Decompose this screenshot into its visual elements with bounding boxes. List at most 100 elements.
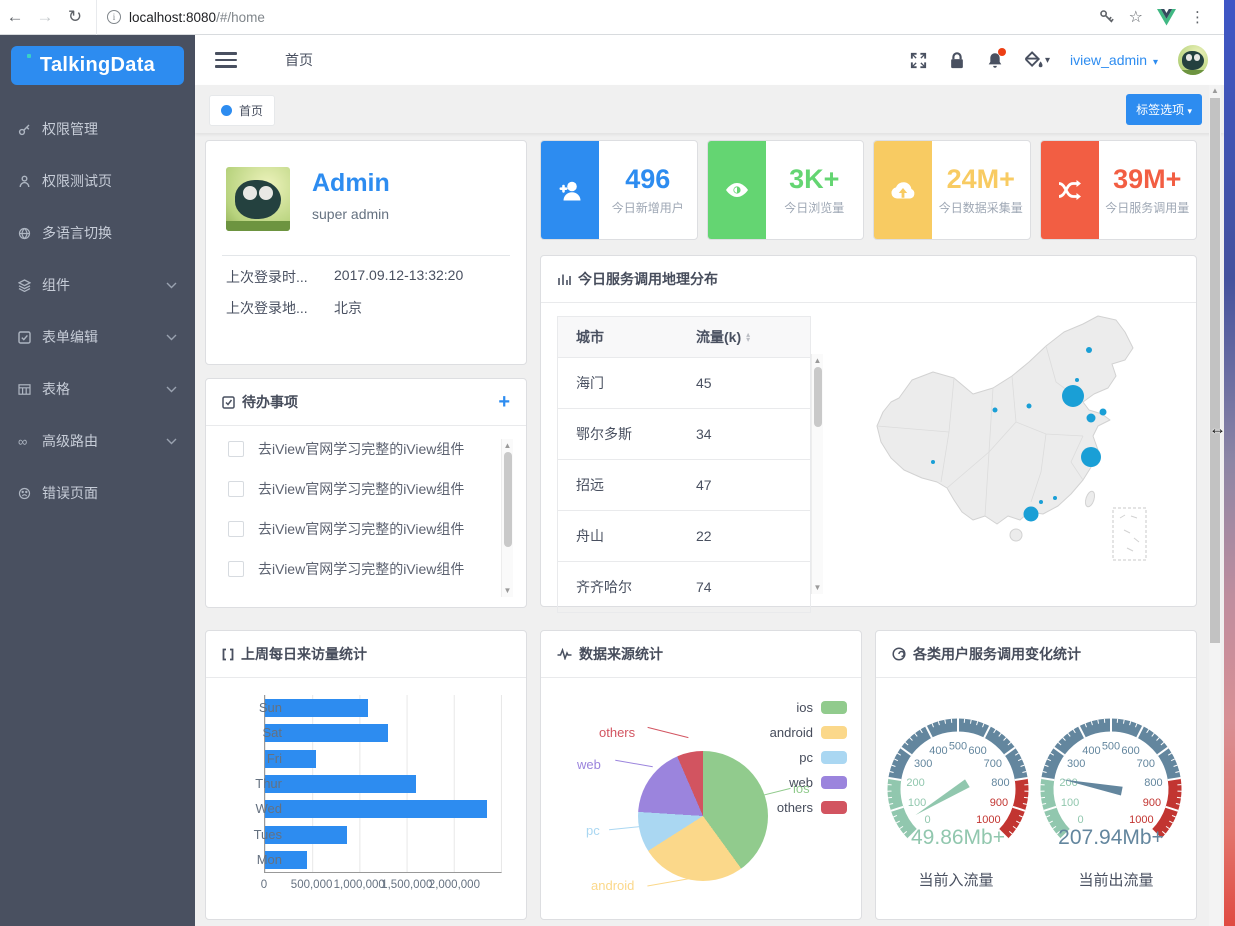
browser-chrome: ← → ↻ i localhost:8080/#/home ☆ ⋮ [0, 0, 1235, 35]
stat-label: 今日浏览量 [784, 201, 845, 215]
pulse-icon [557, 648, 572, 660]
address-bar[interactable]: i localhost:8080/#/home [96, 0, 1099, 35]
sidebar-item-7[interactable]: ∞ 高级路由 [0, 415, 195, 467]
bar-row [265, 797, 501, 822]
notification-badge [998, 47, 1006, 56]
todo-title: 待办事项 [242, 394, 298, 410]
city-bubble [1062, 385, 1084, 407]
vue-icon[interactable] [1157, 8, 1176, 26]
sidebar-item-4[interactable]: 组件 [0, 259, 195, 311]
cloud-upload-icon [874, 141, 932, 239]
tab-home[interactable]: 首页 [209, 95, 276, 126]
svg-text:900: 900 [1143, 797, 1161, 809]
todo-item: 去iView官网学习完整的iView组件 [206, 549, 496, 589]
todo-checkbox[interactable] [228, 561, 244, 577]
cell-city: 齐齐哈尔 [576, 579, 632, 595]
legend-item-ios[interactable]: ios [770, 695, 847, 720]
sort-icon[interactable]: ▴ ▾ [746, 331, 750, 344]
legend-item-pc[interactable]: pc [770, 745, 847, 770]
legend-label: ios [796, 700, 813, 715]
refresh-icon[interactable]: ↻ [60, 2, 90, 32]
todo-list: 去iView官网学习完整的iView组件 去iView官网学习完整的iView组件… [206, 429, 496, 589]
south-china-sea-inset [1112, 507, 1147, 561]
todo-checkbox[interactable] [228, 521, 244, 537]
user-menu[interactable]: iview_admin ▾ [1070, 52, 1158, 68]
sidebar-item-2[interactable]: 权限测试页 [0, 155, 195, 207]
slice-label-ios: ios [793, 781, 810, 796]
bell-icon[interactable] [986, 47, 1006, 70]
slice-label-others: others [599, 725, 636, 740]
slice-label-line [615, 759, 653, 768]
sidebar-item-label: 表单编辑 [42, 329, 98, 345]
forward-icon[interactable]: → [30, 2, 60, 32]
svg-text:600: 600 [1121, 745, 1139, 757]
todo-item: 去iView官网学习完整的iView组件 [206, 469, 496, 509]
key-icon[interactable] [1099, 9, 1115, 25]
sidebar-item-8[interactable]: 错误页面 [0, 467, 195, 519]
legend-label: others [776, 800, 813, 815]
scroll-down-icon[interactable]: ▼ [502, 586, 513, 595]
y-tick-label: Mon [256, 852, 282, 868]
theme-icon[interactable]: ▾ [1024, 51, 1050, 69]
layers-icon [18, 278, 42, 292]
scrollbar-thumb[interactable] [1210, 98, 1220, 643]
sidebar-item-1[interactable]: 权限管理 [0, 103, 195, 155]
cell-traffic: 47 [696, 477, 712, 493]
city-bubble [1026, 403, 1032, 409]
stat-card-2: 3K+ 今日浏览量 [706, 140, 864, 240]
hamburger-menu-icon[interactable] [215, 48, 237, 72]
dots-menu-icon[interactable]: ⋮ [1190, 8, 1205, 26]
breadcrumb: 首页 [285, 52, 313, 68]
todo-checkbox[interactable] [228, 481, 244, 497]
sidebar-item-label: 错误页面 [42, 485, 98, 501]
city-bubble [1086, 413, 1096, 423]
table-scrollbar[interactable]: ▲ ▼ [811, 354, 823, 594]
svg-text:100: 100 [1061, 797, 1079, 809]
sidebar-item-6[interactable]: 表格 [0, 363, 195, 415]
scroll-up-icon[interactable]: ▲ [1209, 86, 1221, 95]
svg-text:0: 0 [925, 814, 931, 826]
todo-checkbox[interactable] [228, 441, 244, 457]
cell-traffic: 34 [696, 426, 712, 442]
column-header-traffic[interactable]: 流量(k) [696, 327, 741, 347]
avatar[interactable] [1178, 45, 1208, 75]
scrollbar-thumb[interactable] [814, 367, 822, 427]
scroll-up-icon[interactable]: ▲ [812, 356, 823, 365]
add-todo-button[interactable]: + [498, 392, 510, 412]
fullscreen-icon[interactable] [909, 51, 928, 70]
tag-options-button[interactable]: 标签选项 ▾ [1126, 94, 1202, 125]
sidebar-item-label: 组件 [42, 277, 70, 293]
legend-item-android[interactable]: android [770, 720, 847, 745]
y-tick-label: Sun [258, 699, 282, 715]
svg-text:300: 300 [914, 758, 932, 770]
svg-text:600: 600 [968, 745, 986, 757]
todo-scrollbar[interactable]: ▲ ▼ [501, 439, 513, 597]
sidebar-item-3[interactable]: 多语言切换 [0, 207, 195, 259]
lock-icon[interactable] [948, 51, 966, 70]
x-tick-label: 500,000 [290, 879, 333, 891]
eye-icon [707, 141, 766, 239]
scroll-down-icon[interactable]: ▼ [812, 583, 823, 592]
column-header-city[interactable]: 城市 [558, 317, 678, 357]
stat-value: 24M+ [946, 164, 1015, 194]
cell-traffic: 22 [696, 528, 712, 544]
scroll-up-icon[interactable]: ▲ [502, 441, 513, 450]
scrollbar-thumb[interactable] [504, 452, 512, 547]
gauge-caption: 当前入流量 [918, 872, 994, 889]
sidebar-item-5[interactable]: 表单编辑 [0, 311, 195, 363]
y-tick-label: Tues [253, 826, 282, 842]
field-value: 北京 [334, 300, 362, 316]
star-icon[interactable]: ☆ [1129, 7, 1143, 27]
url-text[interactable]: localhost:8080/#/home [129, 10, 265, 25]
page-scrollbar[interactable]: ▲ [1209, 85, 1221, 926]
stat-cards-row: 496 今日新增用户 3K+ 今日浏览量 24M+ 今日数据采集量 39M+ 今日服务调用量 [540, 140, 1197, 240]
legend-item-others[interactable]: others [770, 795, 847, 820]
svg-text:400: 400 [1082, 745, 1100, 757]
tag-options-label: 标签选项 [1136, 103, 1185, 117]
back-icon[interactable]: ← [0, 2, 30, 32]
svg-text:200: 200 [906, 777, 924, 789]
chevron-down-icon [166, 438, 177, 445]
info-icon[interactable]: i [107, 10, 121, 24]
app-logo[interactable]: TalkingData [11, 46, 184, 85]
url-host: localhost:8080 [129, 9, 217, 25]
